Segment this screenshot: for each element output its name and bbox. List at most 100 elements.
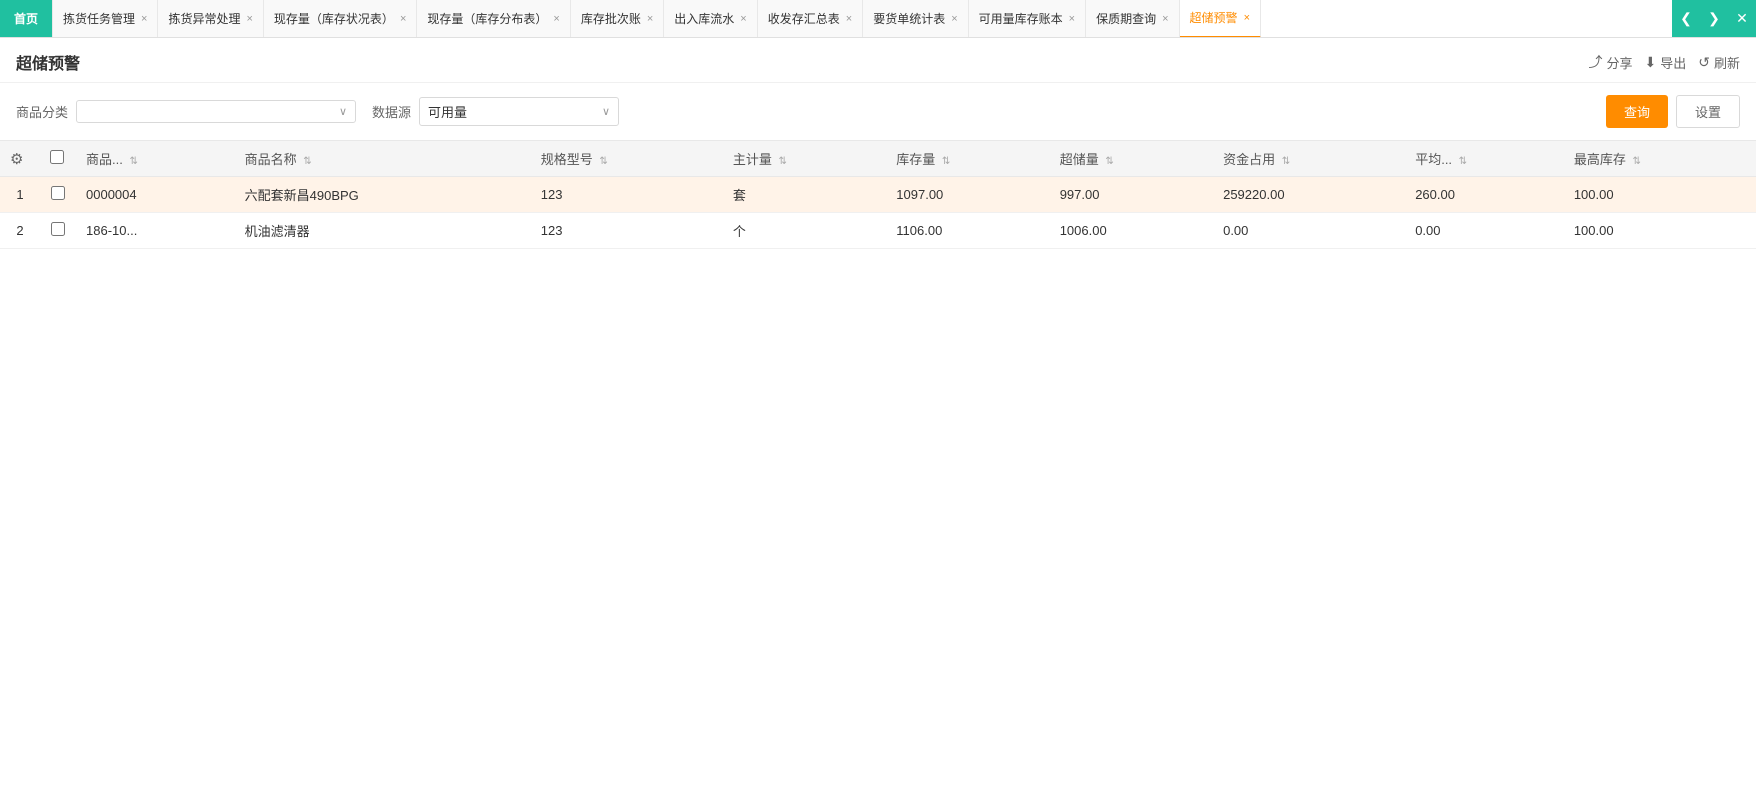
- tab-11[interactable]: 超储预警 ×: [1180, 0, 1261, 38]
- sort-product-code-icon: ⇅: [129, 156, 137, 167]
- row-stock-1: 1106.00: [886, 213, 1049, 249]
- nav-next-button[interactable]: ❯: [1700, 0, 1728, 38]
- tab-1[interactable]: 拣货任务管理 ×: [53, 0, 158, 38]
- sort-product-name-icon: ⇅: [303, 156, 311, 167]
- page-title: 超储预警: [16, 50, 80, 74]
- tab-9[interactable]: 可用量库存账本 ×: [969, 0, 1086, 38]
- row-product-name-0: 六配套新昌490BPG: [235, 177, 531, 213]
- tab-1-label: 拣货任务管理: [63, 10, 135, 27]
- col-avg-header[interactable]: 平均... ⇅: [1405, 141, 1564, 177]
- export-label: 导出: [1660, 53, 1686, 72]
- nav-close-button[interactable]: ✕: [1728, 0, 1756, 38]
- share-icon: ⤴: [1588, 52, 1602, 72]
- table-container: ⚙ 商品... ⇅ 商品名称 ⇅ 规格型号 ⇅: [0, 140, 1756, 249]
- col-overflow-header[interactable]: 超储量 ⇅: [1050, 141, 1213, 177]
- tab-3-label: 现存量（库存状况表）: [274, 10, 394, 27]
- export-button[interactable]: ⬇ 导出: [1645, 53, 1687, 72]
- filter-bar: 商品分类 ∨ 数据源 可用量 ∨ 查询 设置: [0, 83, 1756, 140]
- settings-button[interactable]: 设置: [1676, 95, 1740, 128]
- col-capital-header[interactable]: 资金占用 ⇅: [1213, 141, 1405, 177]
- nav-prev-button[interactable]: ❮: [1672, 0, 1700, 38]
- tab-3[interactable]: 现存量（库存状况表） ×: [264, 0, 417, 38]
- table-gear-icon[interactable]: ⚙: [10, 151, 23, 168]
- tab-5[interactable]: 库存批次账 ×: [571, 0, 664, 38]
- table-header-row: ⚙ 商品... ⇅ 商品名称 ⇅ 规格型号 ⇅: [0, 141, 1756, 177]
- tab-2-close[interactable]: ×: [246, 13, 252, 25]
- table-row: 2 186-10... 机油滤清器 123 个 1106.00 1006.00 …: [0, 213, 1756, 249]
- datasource-select[interactable]: 可用量 ∨: [419, 97, 619, 126]
- tab-10[interactable]: 保质期查询 ×: [1086, 0, 1179, 38]
- col-settings[interactable]: ⚙: [0, 141, 40, 177]
- row-avg-1: 0.00: [1405, 213, 1564, 249]
- row-checkbox-cell-0[interactable]: [40, 177, 76, 213]
- tab-8[interactable]: 要货单统计表 ×: [863, 0, 968, 38]
- tab-home[interactable]: 首页: [0, 0, 53, 38]
- datasource-filter-label: 数据源: [372, 102, 411, 121]
- col-product-name-header[interactable]: 商品名称 ⇅: [235, 141, 531, 177]
- category-chevron-down-icon: ∨: [339, 105, 347, 118]
- tab-2-label: 拣货异常处理: [168, 10, 240, 27]
- datasource-select-value: 可用量: [428, 102, 467, 121]
- tab-4[interactable]: 现存量（库存分布表） ×: [417, 0, 570, 38]
- tab-5-label: 库存批次账: [581, 10, 641, 27]
- sort-stock-icon: ⇅: [942, 156, 950, 167]
- select-all-checkbox[interactable]: [50, 150, 64, 164]
- refresh-label: 刷新: [1714, 53, 1740, 72]
- page-content: 超储预警 ⤴ 分享 ⬇ 导出 ↺ 刷新 商品分类 ∨ 数据源: [0, 38, 1756, 800]
- row-overflow-1: 1006.00: [1050, 213, 1213, 249]
- col-stock-header[interactable]: 库存量 ⇅: [886, 141, 1049, 177]
- table-row: 1 0000004 六配套新昌490BPG 123 套 1097.00 997.…: [0, 177, 1756, 213]
- category-filter-item: 商品分类 ∨: [16, 100, 356, 123]
- tab-1-close[interactable]: ×: [141, 13, 147, 25]
- row-avg-0: 260.00: [1405, 177, 1564, 213]
- tab-9-close[interactable]: ×: [1069, 13, 1075, 25]
- sort-maxstock-icon: ⇅: [1632, 156, 1640, 167]
- refresh-icon: ↺: [1698, 54, 1710, 71]
- datasource-filter-item: 数据源 可用量 ∨: [372, 97, 619, 126]
- row-stock-0: 1097.00: [886, 177, 1049, 213]
- sort-unit-icon: ⇅: [779, 156, 787, 167]
- tab-8-close[interactable]: ×: [951, 13, 957, 25]
- col-maxstock-header[interactable]: 最高库存 ⇅: [1564, 141, 1756, 177]
- share-label: 分享: [1606, 53, 1632, 72]
- category-select[interactable]: ∨: [76, 100, 356, 123]
- col-spec-header[interactable]: 规格型号 ⇅: [531, 141, 723, 177]
- category-filter-label: 商品分类: [16, 102, 68, 121]
- tab-10-close[interactable]: ×: [1162, 13, 1168, 25]
- tab-7[interactable]: 收发存汇总表 ×: [758, 0, 863, 38]
- tab-2[interactable]: 拣货异常处理 ×: [158, 0, 263, 38]
- tab-5-close[interactable]: ×: [647, 13, 653, 25]
- row-unit-1: 个: [723, 213, 886, 249]
- tab-6-close[interactable]: ×: [740, 13, 746, 25]
- datasource-chevron-down-icon: ∨: [602, 105, 610, 118]
- row-product-code-0: 0000004: [76, 177, 235, 213]
- col-product-code-header[interactable]: 商品... ⇅: [76, 141, 235, 177]
- filter-actions: 查询 设置: [1606, 95, 1740, 128]
- row-checkbox-1[interactable]: [51, 222, 65, 236]
- row-maxstock-0: 100.00: [1564, 177, 1756, 213]
- tab-4-close[interactable]: ×: [553, 13, 559, 25]
- sort-overflow-icon: ⇅: [1105, 156, 1113, 167]
- tab-4-label: 现存量（库存分布表）: [427, 10, 547, 27]
- tab-9-label: 可用量库存账本: [979, 10, 1063, 27]
- tab-7-label: 收发存汇总表: [768, 10, 840, 27]
- query-button[interactable]: 查询: [1606, 95, 1668, 128]
- refresh-button[interactable]: ↺ 刷新: [1698, 53, 1740, 72]
- row-checkbox-cell-1[interactable]: [40, 213, 76, 249]
- tab-11-close[interactable]: ×: [1244, 12, 1250, 24]
- topbar: 首页 拣货任务管理 × 拣货异常处理 × 现存量（库存状况表） × 现存量（库存…: [0, 0, 1756, 38]
- tab-3-close[interactable]: ×: [400, 13, 406, 25]
- row-product-code-1: 186-10...: [76, 213, 235, 249]
- col-unit-header[interactable]: 主计量 ⇅: [723, 141, 886, 177]
- row-overflow-0: 997.00: [1050, 177, 1213, 213]
- col-checkbox-header[interactable]: [40, 141, 76, 177]
- row-unit-0: 套: [723, 177, 886, 213]
- share-button[interactable]: ⤴ 分享: [1588, 52, 1632, 72]
- tab-6-label: 出入库流水: [674, 10, 734, 27]
- row-checkbox-0[interactable]: [51, 186, 65, 200]
- sort-spec-icon: ⇅: [599, 156, 607, 167]
- row-num-1: 2: [0, 213, 40, 249]
- row-num-0: 1: [0, 177, 40, 213]
- tab-6[interactable]: 出入库流水 ×: [664, 0, 757, 38]
- tab-7-close[interactable]: ×: [846, 13, 852, 25]
